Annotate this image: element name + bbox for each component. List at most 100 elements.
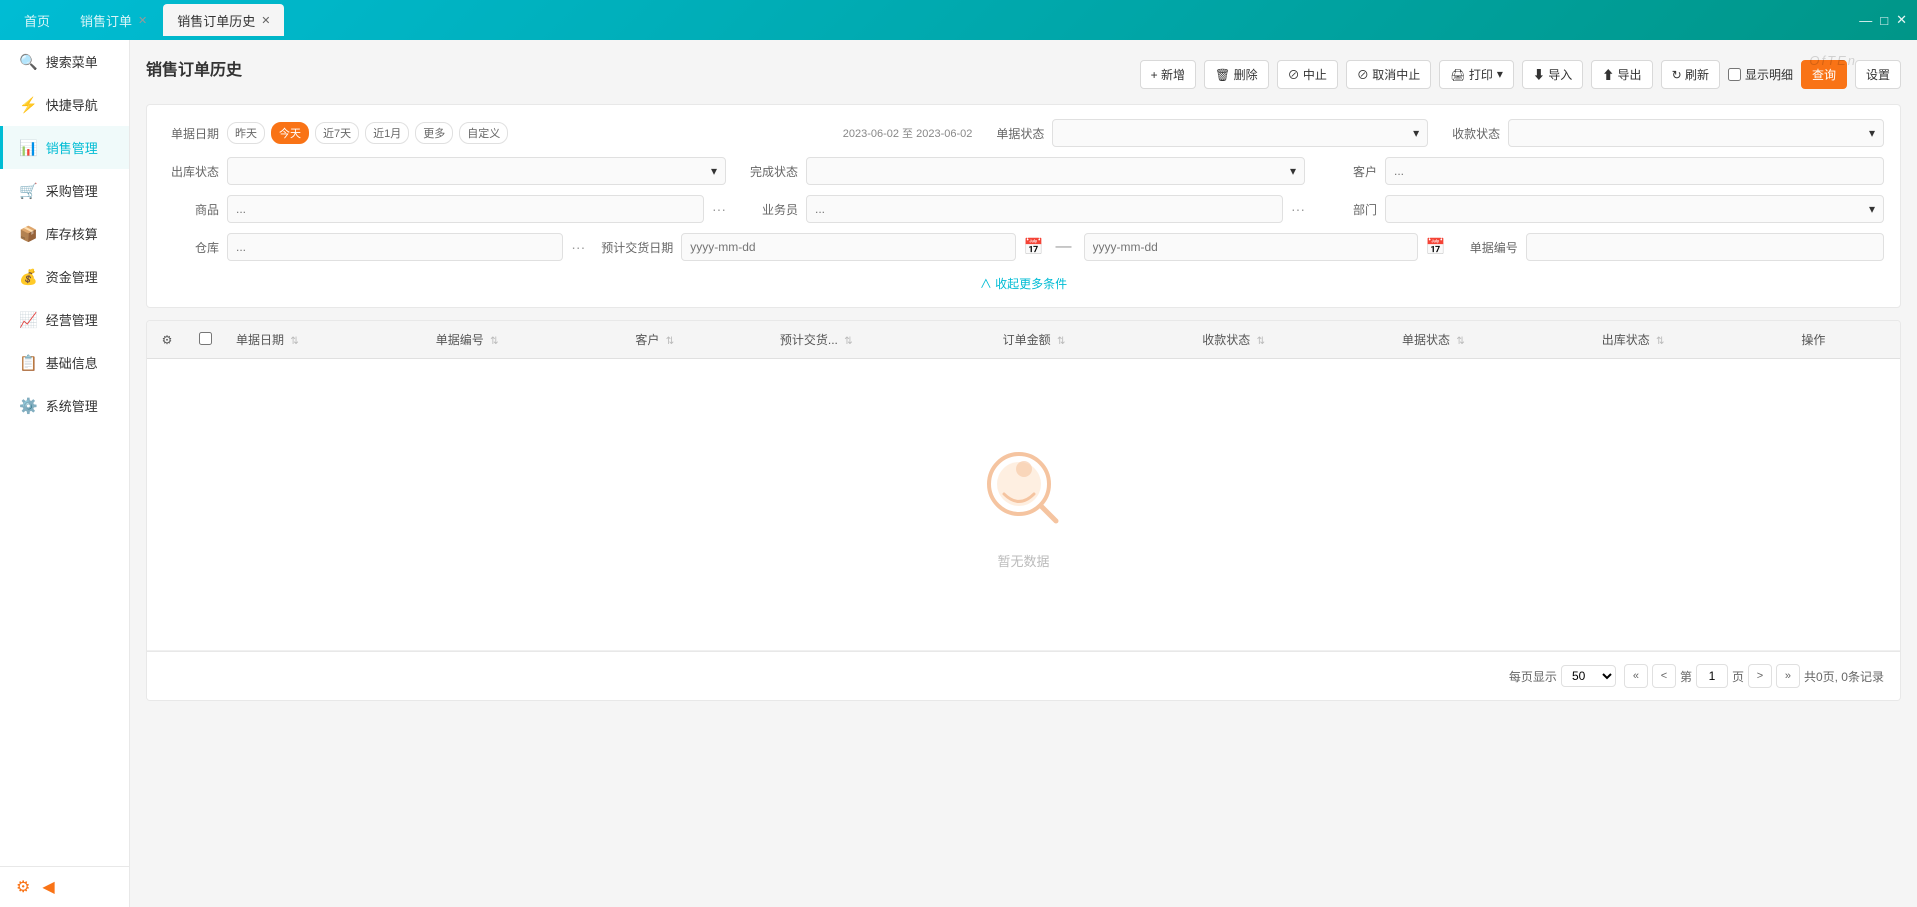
display-detail-input[interactable]: [1728, 68, 1741, 81]
goods-input[interactable]: [227, 195, 704, 223]
th-amount[interactable]: 订单金额 ⇅: [991, 321, 1191, 359]
complete-status-chevron: ▾: [1290, 164, 1296, 178]
th-date[interactable]: 单据日期 ⇅: [224, 321, 424, 359]
page-nav: « < 第 页 > » 共0页, 0条记录: [1624, 664, 1884, 688]
collapse-button[interactable]: ∧ 收起更多条件: [980, 277, 1067, 291]
date-today[interactable]: 今天: [271, 122, 309, 144]
first-page-button[interactable]: «: [1624, 664, 1648, 688]
sidebar-item-system[interactable]: ⚙️ 系统管理: [0, 384, 129, 427]
settings-bottom-icon[interactable]: ⚙: [16, 877, 30, 897]
goods-select-icon[interactable]: ···: [712, 201, 726, 217]
search-icon: 🔍: [19, 53, 38, 71]
last-page-button[interactable]: »: [1776, 664, 1800, 688]
receipt-status-select[interactable]: ▾: [1508, 119, 1884, 147]
calendar-icon-end[interactable]: 📅: [1426, 237, 1446, 257]
close-window-icon[interactable]: ✕: [1896, 12, 1907, 28]
tab-home[interactable]: 首页: [10, 4, 64, 36]
sidebar-purchase-label: 采购管理: [46, 181, 98, 200]
quicknav-icon: ⚡: [19, 96, 38, 114]
refresh-button[interactable]: ↻ 刷新: [1661, 60, 1720, 89]
stop-button[interactable]: ⊘ 中止: [1277, 60, 1338, 89]
salesperson-select-icon[interactable]: ···: [1291, 201, 1305, 217]
order-status-select[interactable]: ▾: [1052, 119, 1428, 147]
tab-sales-history[interactable]: 销售订单历史 ✕: [163, 4, 284, 36]
sidebar-item-quicknav[interactable]: ⚡ 快捷导航: [0, 83, 129, 126]
new-button[interactable]: + 新增: [1140, 60, 1196, 89]
inventory-icon: 📦: [19, 225, 38, 243]
next-page-button[interactable]: >: [1748, 664, 1772, 688]
current-page-input[interactable]: [1696, 664, 1728, 688]
date-7days[interactable]: 近7天: [315, 122, 359, 144]
sort-warehouse-icon[interactable]: ⇅: [1656, 336, 1664, 347]
select-all-checkbox[interactable]: [199, 332, 212, 345]
th-warehouse-status[interactable]: 出库状态 ⇅: [1590, 321, 1790, 359]
sort-customer-icon[interactable]: ⇅: [666, 336, 674, 347]
sort-date-icon[interactable]: ⇅: [290, 336, 298, 347]
sort-receipt-icon[interactable]: ⇅: [1257, 336, 1265, 347]
column-settings-icon[interactable]: ⚙: [162, 333, 173, 347]
warehouse-input[interactable]: [227, 233, 563, 261]
tab-sales-order[interactable]: 销售订单 ✕: [66, 4, 161, 36]
th-delivery[interactable]: 预计交货... ⇅: [768, 321, 991, 359]
th-customer[interactable]: 客户 ⇅: [623, 321, 767, 359]
warehouse-status-select[interactable]: ▾: [227, 157, 726, 185]
collapse-sidebar-icon[interactable]: ◀: [42, 877, 54, 897]
sidebar-item-finance[interactable]: 💰 资金管理: [0, 255, 129, 298]
page-size-dropdown[interactable]: 50 10 20 100: [1561, 665, 1616, 687]
sidebar-item-basic-info[interactable]: 📋 基础信息: [0, 341, 129, 384]
sort-order-no-icon[interactable]: ⇅: [490, 336, 498, 347]
sidebar-item-operations[interactable]: 📈 经营管理: [0, 298, 129, 341]
display-detail-checkbox[interactable]: 显示明细: [1728, 66, 1793, 83]
salesperson-label: 业务员: [742, 201, 798, 218]
delivery-date-start[interactable]: [681, 233, 1015, 261]
sidebar-item-sales[interactable]: 📊 销售管理: [0, 126, 129, 169]
delete-button[interactable]: 🗑 删除: [1204, 60, 1269, 89]
column-settings-th[interactable]: ⚙: [147, 321, 187, 359]
print-label: 🖨 打印: [1450, 66, 1493, 83]
sidebar-item-search[interactable]: 🔍 搜索菜单: [0, 40, 129, 83]
checkbox-th[interactable]: [187, 321, 224, 359]
date-more[interactable]: 更多: [415, 122, 453, 144]
empty-row: 暂无数据: [147, 359, 1900, 651]
dept-label: 部门: [1321, 201, 1377, 218]
tab-sales-history-close[interactable]: ✕: [261, 14, 270, 27]
delivery-date-end[interactable]: [1084, 233, 1418, 261]
sort-amount-icon[interactable]: ⇅: [1057, 336, 1065, 347]
date-1month[interactable]: 近1月: [365, 122, 409, 144]
query-button[interactable]: 查询: [1801, 60, 1847, 89]
filter-complete-status: 完成状态 ▾: [742, 157, 1305, 185]
warehouse-select-icon[interactable]: ···: [571, 239, 585, 255]
export-button[interactable]: ⬆ 导出: [1591, 60, 1652, 89]
tab-sales-order-label: 销售订单: [80, 11, 132, 30]
salesperson-input[interactable]: [806, 195, 1283, 223]
order-number-input[interactable]: [1526, 233, 1884, 261]
operations-icon: 📈: [19, 311, 38, 329]
table-header-row: ⚙ 单据日期 ⇅ 单据编号 ⇅: [147, 321, 1900, 359]
filter-row-3: 商品 ··· 业务员 ··· 部门 ▾: [163, 195, 1884, 223]
minimize-icon[interactable]: —: [1859, 13, 1872, 28]
data-table: ⚙ 单据日期 ⇅ 单据编号 ⇅: [147, 321, 1900, 651]
basic-info-icon: 📋: [19, 354, 38, 372]
dept-select[interactable]: ▾: [1385, 195, 1884, 223]
th-order-no[interactable]: 单据编号 ⇅: [424, 321, 624, 359]
sort-order-status-icon[interactable]: ⇅: [1456, 336, 1464, 347]
customer-input[interactable]: [1385, 157, 1884, 185]
complete-status-select[interactable]: ▾: [806, 157, 1305, 185]
maximize-icon[interactable]: □: [1880, 13, 1888, 28]
import-button[interactable]: ⬇ 导入: [1522, 60, 1583, 89]
date-range-display: 2023-06-02 至 2023-06-02: [843, 125, 973, 141]
filter-dept: 部门 ▾: [1321, 195, 1884, 223]
sort-delivery-icon[interactable]: ⇅: [844, 336, 852, 347]
th-order-status[interactable]: 单据状态 ⇅: [1390, 321, 1590, 359]
sidebar-item-purchase[interactable]: 🛒 采购管理: [0, 169, 129, 212]
sidebar-item-inventory[interactable]: 📦 库存核算: [0, 212, 129, 255]
calendar-icon-start[interactable]: 📅: [1024, 237, 1044, 257]
tab-sales-order-close[interactable]: ✕: [138, 14, 147, 27]
date-custom[interactable]: 自定义: [459, 122, 508, 144]
settings-button[interactable]: 设置: [1855, 60, 1901, 89]
cancel-stop-button[interactable]: ⊘ 取消中止: [1346, 60, 1431, 89]
print-button[interactable]: 🖨 打印 ▾: [1439, 60, 1514, 89]
th-receipt-status[interactable]: 收款状态 ⇅: [1190, 321, 1390, 359]
date-yesterday[interactable]: 昨天: [227, 122, 265, 144]
prev-page-button[interactable]: <: [1652, 664, 1676, 688]
